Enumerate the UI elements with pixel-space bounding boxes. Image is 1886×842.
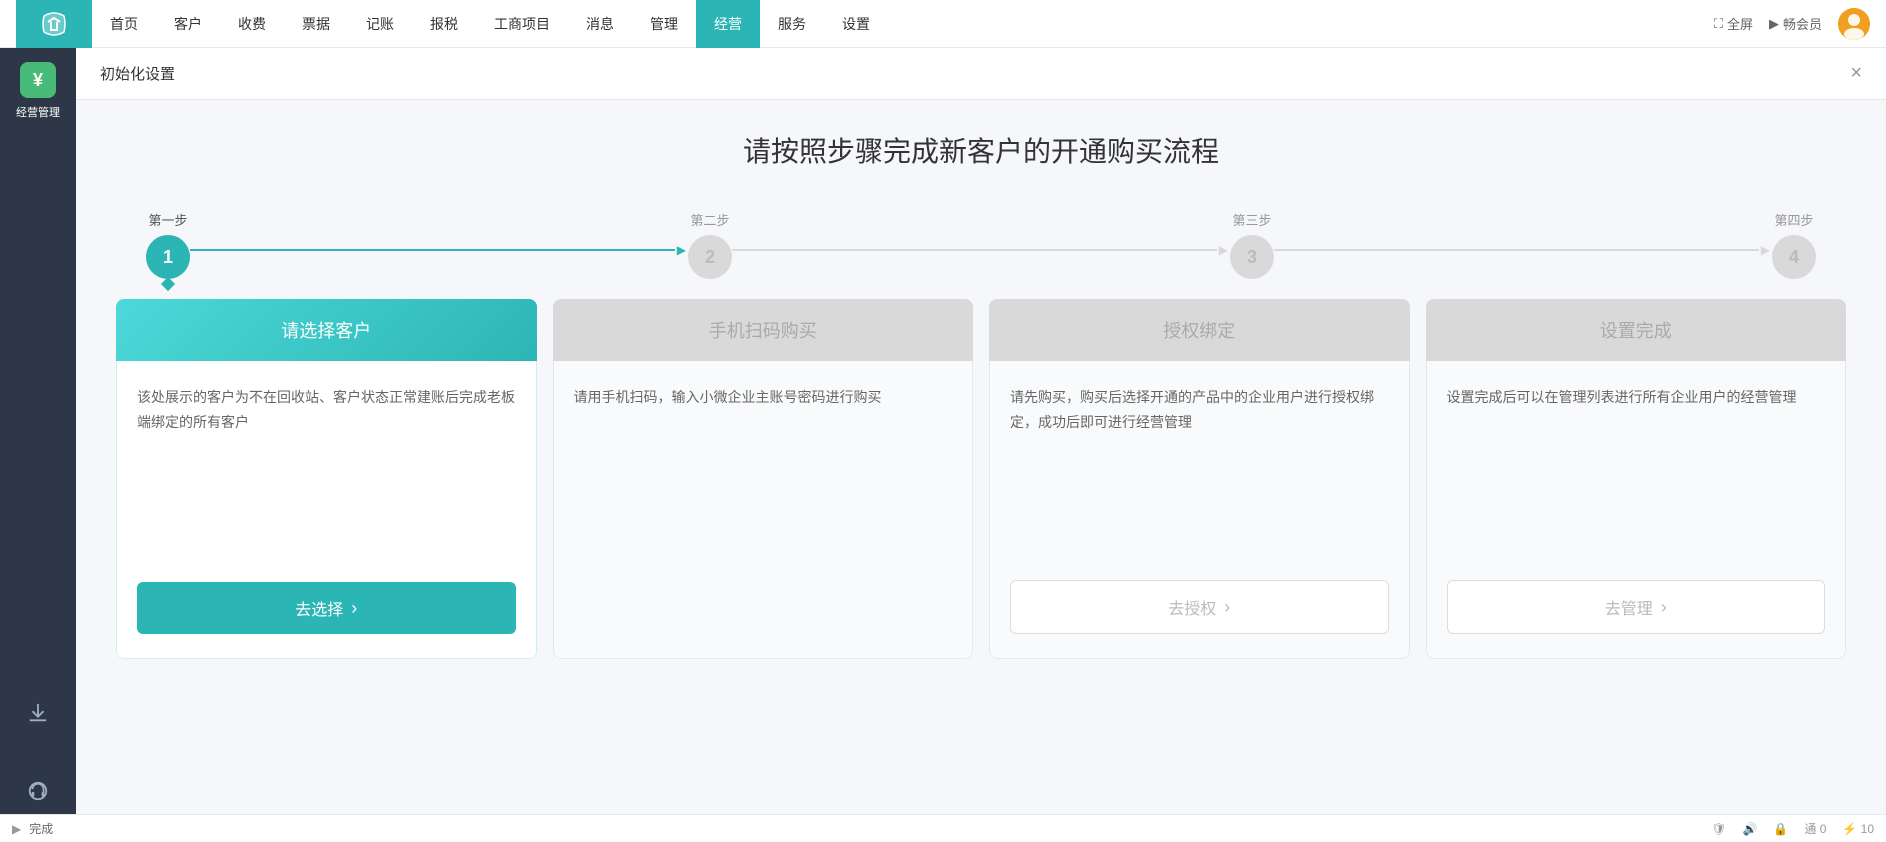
nav-tax[interactable]: 报税 [412, 0, 476, 48]
app-logo [16, 0, 92, 48]
step1-btn[interactable]: 去选择 › [137, 582, 516, 634]
step4-card-body: 设置完成后可以在管理列表进行所有企业用户的经营管理 去管理 › [1426, 361, 1847, 659]
status-bar: ▶ 完成 🛡 🔊 🔒 通 0 ⚡ 10 [0, 814, 1886, 842]
play-icon: ▶ [12, 822, 21, 836]
step4-action: 去管理 › [1447, 580, 1826, 634]
step2-label: 第二步 [690, 210, 729, 229]
nav-invoice[interactable]: 票据 [284, 0, 348, 48]
sidebar-item-operation[interactable]: ¥ 经营管理 [0, 56, 76, 126]
step4-card-header: 设置完成 [1426, 299, 1847, 361]
status-text: 完成 [29, 820, 53, 837]
status-left: ▶ 完成 [12, 820, 53, 837]
step3-card-body: 请先购买，购买后选择开通的产品中的企业用户进行授权绑定，成功后即可进行经营管理 … [989, 361, 1410, 659]
steps-main-title: 请按照步骤完成新客户的开通购买流程 [116, 130, 1846, 170]
page-header: 初始化设置 × [76, 48, 1886, 100]
step4-desc: 设置完成后可以在管理列表进行所有企业用户的经营管理 [1447, 385, 1826, 548]
nav-billing[interactable]: 收费 [220, 0, 284, 48]
step1-label: 第一步 [148, 210, 187, 229]
nav-accounting[interactable]: 记账 [348, 0, 412, 48]
nav-business[interactable]: 工商项目 [476, 0, 568, 48]
step4-card: 设置完成 设置完成后可以在管理列表进行所有企业用户的经营管理 去管理 › [1426, 299, 1847, 659]
status-right: 🛡 🔊 🔒 通 0 ⚡ 10 [1711, 820, 1874, 837]
battery-icon: ⚡ 10 [1842, 822, 1874, 836]
step2-card: 手机扫码购买 请用手机扫码，输入小微企业主账号密码进行购买 [553, 299, 974, 659]
nav-home[interactable]: 首页 [92, 0, 156, 48]
step1-group: 第一步 1 [146, 210, 190, 279]
step3-btn[interactable]: 去授权 › [1010, 580, 1389, 634]
connector-2-3: ▶ [732, 243, 1230, 257]
connector-line-2 [732, 249, 1217, 251]
step4-btn[interactable]: 去管理 › [1447, 580, 1826, 634]
close-button[interactable]: × [1850, 62, 1862, 85]
download-icon [24, 699, 52, 727]
step1-action: 去选择 › [137, 582, 516, 634]
step3-group: 第三步 3 [1230, 210, 1274, 279]
connector-line-3 [1274, 249, 1759, 251]
sidebar-item-download[interactable] [0, 678, 76, 748]
steps-indicator: 第一步 1 ▶ 第二步 2 [116, 210, 1846, 279]
connector-3-4: ▶ [1274, 243, 1772, 257]
vip-button[interactable]: ▶ 畅会员 [1769, 14, 1822, 33]
nav-manage[interactable]: 管理 [632, 0, 696, 48]
step1-diamond [161, 277, 175, 291]
step2-card-header: 手机扫码购买 [553, 299, 974, 361]
step4-label: 第四步 [1774, 210, 1813, 229]
nav-menu: 首页 客户 收费 票据 记账 报税 工商项目 消息 管理 经营 服务 设置 [92, 0, 1714, 48]
step2-group: 第二步 2 [688, 210, 732, 279]
nav-right-area: ⛶ 全屏 ▶ 畅会员 [1714, 8, 1870, 40]
step1-card: 请选择客户 该处展示的客户为不在回收站、客户状态正常建账后完成老板端绑定的所有客… [116, 299, 537, 659]
step4-group: 第四步 4 [1772, 210, 1816, 279]
step2-desc: 请用手机扫码，输入小微企业主账号密码进行购买 [574, 385, 953, 634]
main-layout: ¥ 经营管理 [0, 48, 1886, 842]
step2-card-body: 请用手机扫码，输入小微企业主账号密码进行购买 [553, 361, 974, 659]
nav-service[interactable]: 服务 [760, 0, 824, 48]
nav-message[interactable]: 消息 [568, 0, 632, 48]
volume-icon: 🔊 [1742, 822, 1757, 836]
step4-circle: 4 [1772, 235, 1816, 279]
main-content: 初始化设置 × 请按照步骤完成新客户的开通购买流程 第一步 1 [76, 48, 1886, 842]
sidebar-label-operation: 经营管理 [16, 104, 60, 120]
lock-icon: 🔒 [1773, 822, 1788, 836]
steps-cards: 请选择客户 该处展示的客户为不在回收站、客户状态正常建账后完成老板端绑定的所有客… [116, 299, 1846, 659]
fullscreen-button[interactable]: ⛶ 全屏 [1714, 14, 1753, 33]
step1-card-body: 该处展示的客户为不在回收站、客户状态正常建账后完成老板端绑定的所有客户 去选择 … [116, 361, 537, 659]
sidebar: ¥ 经营管理 [0, 48, 76, 842]
step3-card: 授权绑定 请先购买，购买后选择开通的产品中的企业用户进行授权绑定，成功后即可进行… [989, 299, 1410, 659]
connector-1-2: ▶ [190, 243, 688, 257]
shield-icon: 🛡 [1711, 822, 1726, 836]
nav-customer[interactable]: 客户 [156, 0, 220, 48]
step1-circle: 1 [146, 235, 190, 279]
notification-count: 通 0 [1804, 820, 1826, 837]
step3-desc: 请先购买，购买后选择开通的产品中的企业用户进行授权绑定，成功后即可进行经营管理 [1010, 385, 1389, 548]
step2-circle: 2 [688, 235, 732, 279]
step3-action: 去授权 › [1010, 580, 1389, 634]
step1-desc: 该处展示的客户为不在回收站、客户状态正常建账后完成老板端绑定的所有客户 [137, 385, 516, 550]
top-navigation: 首页 客户 收费 票据 记账 报税 工商项目 消息 管理 经营 服务 设置 ⛶ … [0, 0, 1886, 48]
operation-icon: ¥ [20, 62, 56, 98]
page-title: 初始化设置 [100, 63, 175, 84]
headset-icon [24, 777, 52, 805]
connector-line-1 [190, 249, 675, 251]
nav-settings[interactable]: 设置 [824, 0, 888, 48]
step1-card-header: 请选择客户 [116, 299, 537, 361]
steps-container: 请按照步骤完成新客户的开通购买流程 第一步 1 ▶ [76, 100, 1886, 689]
nav-operation[interactable]: 经营 [696, 0, 760, 48]
user-avatar[interactable] [1838, 8, 1870, 40]
step3-card-header: 授权绑定 [989, 299, 1410, 361]
step3-circle: 3 [1230, 235, 1274, 279]
step3-label: 第三步 [1232, 210, 1271, 229]
